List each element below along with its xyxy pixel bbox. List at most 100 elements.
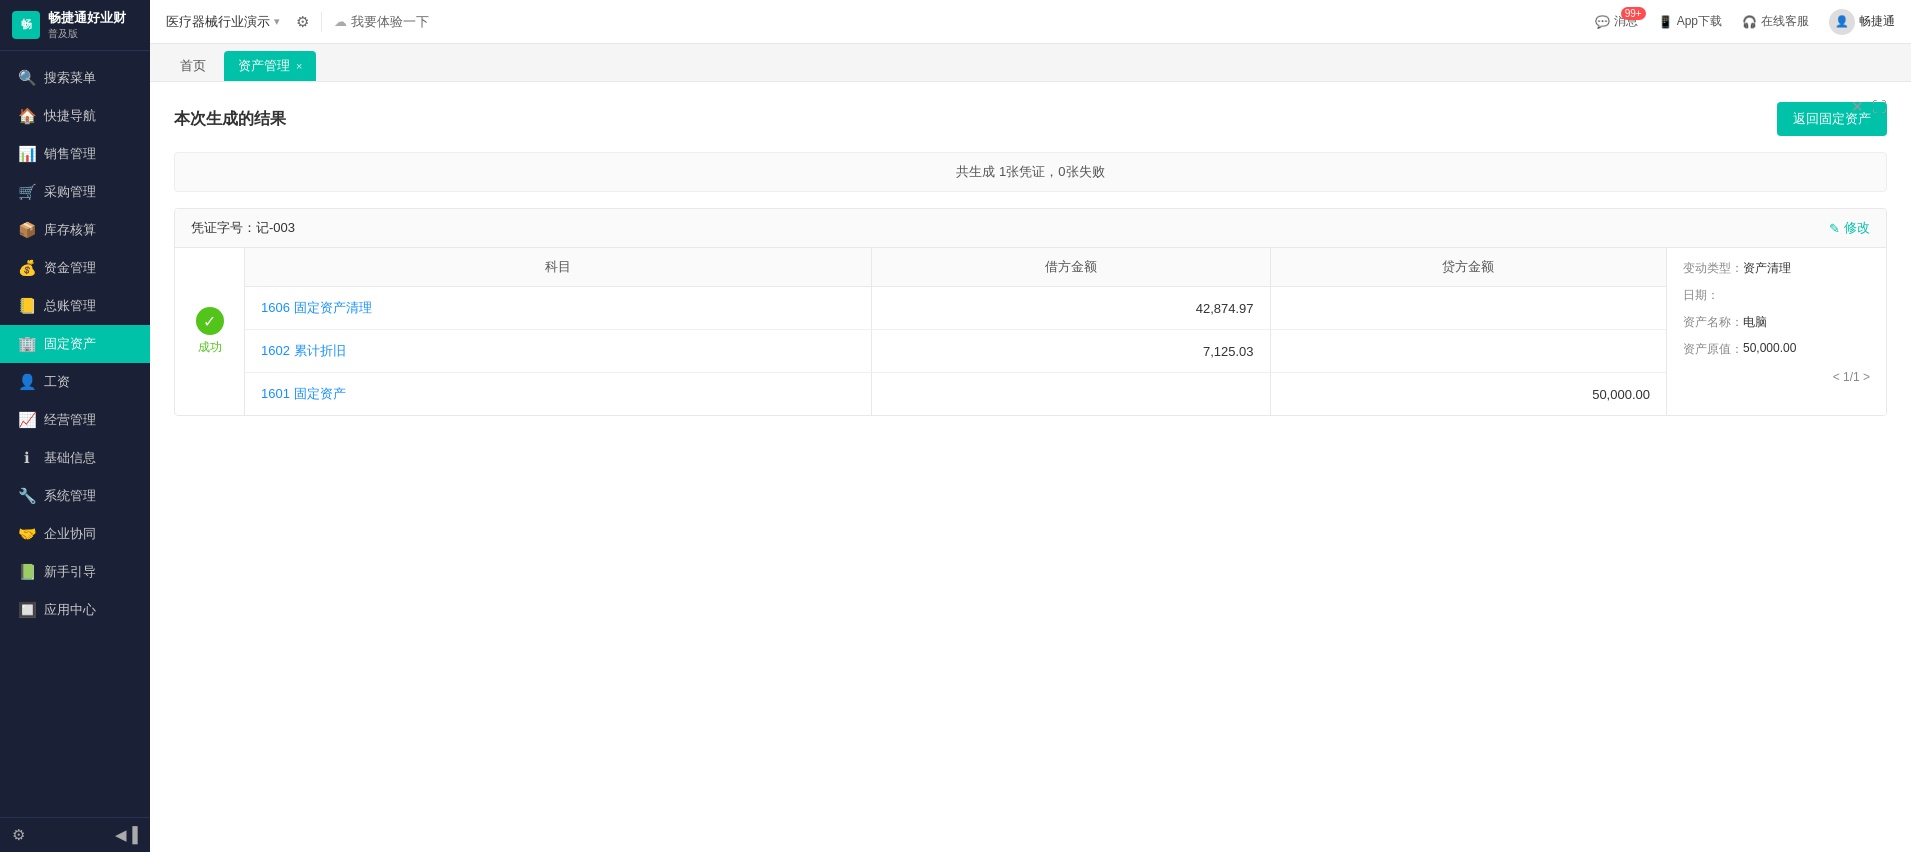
- voucher-card: 凭证字号：记-003 ✎ 修改 ✓ 成功: [174, 208, 1887, 416]
- user-menu[interactable]: 👤 畅捷通: [1829, 9, 1895, 35]
- sidebar-item-fixed-assets[interactable]: 🏢 固定资产: [0, 325, 150, 363]
- app-center-icon: 🔲: [18, 601, 36, 619]
- app-logo: 畅: [12, 11, 40, 39]
- tab-home[interactable]: 首页: [166, 51, 220, 81]
- original-value-value: 50,000.00: [1743, 341, 1796, 358]
- settings-icon[interactable]: ⚙: [12, 826, 25, 844]
- sidebar-label-search: 搜索菜单: [44, 69, 96, 87]
- detail-change-type: 变动类型： 资产清理: [1683, 260, 1870, 277]
- table-row: 1602 累计折旧 7,125.03: [245, 330, 1666, 373]
- guide-icon: 📗: [18, 563, 36, 581]
- expand-window-icon[interactable]: ⛶: [1872, 98, 1887, 116]
- window-controls: ✕ ⛶: [1851, 98, 1887, 116]
- edit-button[interactable]: ✎ 修改: [1829, 219, 1870, 237]
- cloud-icon: ☁: [334, 14, 347, 29]
- row-credit-1: [1270, 330, 1666, 373]
- close-window-icon[interactable]: ✕: [1851, 98, 1864, 116]
- sidebar-label-payroll: 工资: [44, 373, 70, 391]
- sidebar-item-enterprise[interactable]: 🤝 企业协同: [0, 515, 150, 553]
- sidebar-label-fixed-assets: 固定资产: [44, 335, 96, 353]
- success-icon: ✓: [196, 307, 224, 335]
- sidebar-label-system: 系统管理: [44, 487, 96, 505]
- username: 畅捷通: [1859, 13, 1895, 30]
- app-download-btn[interactable]: 📱 App下载: [1658, 13, 1722, 30]
- sidebar-label-inventory: 库存核算: [44, 221, 96, 239]
- change-type-value: 资产清理: [1743, 260, 1791, 277]
- voucher-body: ✓ 成功 科目 借方金额 贷方金额: [175, 248, 1886, 415]
- sidebar-item-app-center[interactable]: 🔲 应用中心: [0, 591, 150, 629]
- sidebar-nav: 🔍 搜索菜单 🏠 快捷导航 📊 销售管理 🛒 采购管理 📦 库存核算 💰 资金管…: [0, 51, 150, 817]
- message-badge: 99+: [1621, 7, 1646, 20]
- sidebar-label-app-center: 应用中心: [44, 601, 96, 619]
- summary-bar: 共生成 1张凭证，0张失败: [174, 152, 1887, 192]
- sidebar-item-sales[interactable]: 📊 销售管理: [0, 135, 150, 173]
- app-title: 畅捷通好业财 普及版: [48, 10, 126, 40]
- voucher-header: 凭证字号：记-003 ✎ 修改: [175, 209, 1886, 248]
- topbar-right: 💬 消息 99+ 📱 App下载 🎧 在线客服 👤 畅捷通: [1595, 9, 1895, 35]
- row-debit-2: [872, 373, 1270, 416]
- topbar: 医疗器械行业演示 ▾ ⚙ ☁ 我要体验一下 💬 消息 99+ 📱 App下载 🎧…: [150, 0, 1911, 44]
- message-btn[interactable]: 💬 消息 99+: [1595, 13, 1638, 30]
- sidebar-label-purchase: 采购管理: [44, 183, 96, 201]
- tab-asset-management[interactable]: 资产管理 ×: [224, 51, 316, 81]
- customer-service-btn[interactable]: 🎧 在线客服: [1742, 13, 1809, 30]
- sidebar-item-quick-nav[interactable]: 🏠 快捷导航: [0, 97, 150, 135]
- sidebar-label-enterprise: 企业协同: [44, 525, 96, 543]
- experience-label: 我要体验一下: [351, 13, 429, 31]
- gear-icon[interactable]: ⚙: [296, 13, 309, 31]
- sidebar-item-finance[interactable]: 💰 资金管理: [0, 249, 150, 287]
- voucher-table-section: 科目 借方金额 贷方金额 1606 固定资产清理 42,874.97 1602 …: [245, 248, 1666, 415]
- search-icon: 🔍: [18, 69, 36, 87]
- table-row: 1606 固定资产清理 42,874.97: [245, 287, 1666, 330]
- app-download-label: App下载: [1677, 13, 1722, 30]
- sidebar-item-guide[interactable]: 📗 新手引导: [0, 553, 150, 591]
- sidebar-item-purchase[interactable]: 🛒 采购管理: [0, 173, 150, 211]
- customer-service-label: 在线客服: [1761, 13, 1809, 30]
- avatar: 👤: [1829, 9, 1855, 35]
- row-account-0: 1606 固定资产清理: [245, 287, 872, 330]
- purchase-icon: 🛒: [18, 183, 36, 201]
- payroll-icon: 👤: [18, 373, 36, 391]
- system-icon: 🔧: [18, 487, 36, 505]
- experience-btn[interactable]: ☁ 我要体验一下: [334, 13, 429, 31]
- tab-home-label: 首页: [180, 58, 206, 73]
- sidebar-item-operations[interactable]: 📈 经营管理: [0, 401, 150, 439]
- operations-icon: 📈: [18, 411, 36, 429]
- sidebar-label-sales: 销售管理: [44, 145, 96, 163]
- inventory-icon: 📦: [18, 221, 36, 239]
- sidebar-label-finance: 资金管理: [44, 259, 96, 277]
- col-header-account: 科目: [245, 248, 872, 287]
- sidebar-item-system[interactable]: 🔧 系统管理: [0, 477, 150, 515]
- status-column: ✓ 成功: [175, 248, 245, 415]
- page-title: 本次生成的结果: [174, 109, 286, 130]
- enterprise-icon: 🤝: [18, 525, 36, 543]
- sidebar-item-inventory[interactable]: 📦 库存核算: [0, 211, 150, 249]
- sidebar-item-basic-info[interactable]: ℹ 基础信息: [0, 439, 150, 477]
- date-label: 日期：: [1683, 287, 1743, 304]
- tab-close-icon[interactable]: ×: [296, 60, 302, 72]
- pagination[interactable]: < 1/1 >: [1683, 370, 1870, 384]
- collapse-icon[interactable]: ◀▐: [115, 826, 138, 844]
- sidebar-item-ledger[interactable]: 📒 总账管理: [0, 287, 150, 325]
- sidebar-label-guide: 新手引导: [44, 563, 96, 581]
- row-credit-2: 50,000.00: [1270, 373, 1666, 416]
- sidebar: 畅 畅捷通好业财 普及版 🔍 搜索菜单 🏠 快捷导航 📊 销售管理 🛒 采购管理…: [0, 0, 150, 852]
- asset-name-label: 资产名称：: [1683, 314, 1743, 331]
- sidebar-label-operations: 经营管理: [44, 411, 96, 429]
- row-debit-0: 42,874.97: [872, 287, 1270, 330]
- detail-original-value: 资产原值： 50,000.00: [1683, 341, 1870, 358]
- sidebar-header: 畅 畅捷通好业财 普及版: [0, 0, 150, 51]
- table-row: 1601 固定资产 50,000.00: [245, 373, 1666, 416]
- summary-text: 共生成 1张凭证，0张失败: [956, 164, 1104, 179]
- sidebar-footer: ⚙ ◀▐: [0, 817, 150, 852]
- col-header-debit: 借方金额: [872, 248, 1270, 287]
- row-credit-0: [1270, 287, 1666, 330]
- asset-name-value: 电脑: [1743, 314, 1767, 331]
- content-header: 本次生成的结果 返回固定资产: [174, 102, 1887, 136]
- sidebar-item-payroll[interactable]: 👤 工资: [0, 363, 150, 401]
- company-selector[interactable]: 医疗器械行业演示 ▾: [166, 13, 280, 31]
- avatar-icon: 👤: [1835, 15, 1849, 28]
- sidebar-item-search[interactable]: 🔍 搜索菜单: [0, 59, 150, 97]
- message-icon: 💬: [1595, 15, 1610, 29]
- edit-label: 修改: [1844, 219, 1870, 237]
